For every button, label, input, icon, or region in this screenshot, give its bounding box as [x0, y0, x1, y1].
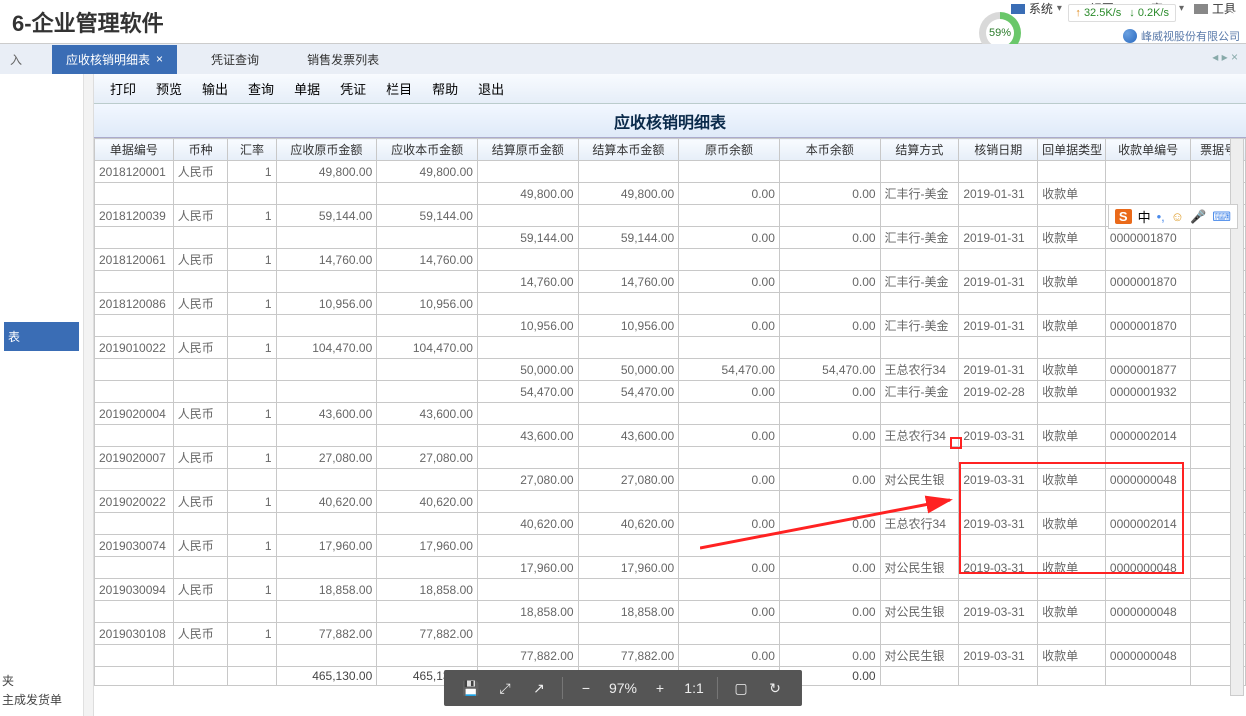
share-icon[interactable]: ↗ — [528, 680, 550, 697]
table-row[interactable]: 2019010022人民币1104,470.00104,470.00 — [95, 337, 1246, 359]
chevron-down-icon: ▾ — [1179, 3, 1184, 14]
report-title: 应收核销明细表 — [94, 104, 1246, 138]
toolbar-doc[interactable]: 单据 — [288, 77, 326, 100]
save-icon[interactable]: 💾 — [460, 680, 482, 697]
table-row[interactable]: 10,956.0010,956.000.000.00汇丰行-美金2019-01-… — [95, 315, 1246, 337]
expand-icon[interactable]: ⤢ — [494, 680, 516, 697]
tab-voucher-query[interactable]: 凭证查询 — [197, 45, 273, 74]
splitter[interactable] — [84, 74, 94, 716]
ime-widget[interactable]: S 中 •, ☺ 🎤 ⌨ — [1108, 204, 1238, 229]
table-row[interactable]: 2019030108人民币177,882.0077,882.00 — [95, 623, 1246, 645]
monitor-icon — [1011, 4, 1025, 14]
ime-face-icon[interactable]: ☺ — [1171, 209, 1184, 224]
menu-system[interactable]: 系统▾ — [1011, 0, 1062, 17]
tab-close-icon[interactable]: × — [156, 52, 163, 66]
table-row[interactable]: 2018120061人民币114,760.0014,760.00 — [95, 249, 1246, 271]
zoom-percent: 97% — [609, 680, 637, 696]
tab-strip: 入 应收核销明细表× 凭证查询 销售发票列表 ◂ ▸ × — [0, 44, 1246, 74]
fit-icon[interactable]: 1:1 — [683, 680, 705, 696]
toolbar-voucher[interactable]: 凭证 — [334, 77, 372, 100]
toolbar-exit[interactable]: 退出 — [472, 77, 510, 100]
table-row[interactable]: 2019020007人民币127,080.0027,080.00 — [95, 447, 1246, 469]
table-row[interactable]: 2018120086人民币110,956.0010,956.00 — [95, 293, 1246, 315]
table-row[interactable]: 40,620.0040,620.000.000.00王总农行342019-03-… — [95, 513, 1246, 535]
table-row[interactable]: 2018120039人民币159,144.0059,144.00 — [95, 205, 1246, 227]
tabstrip-controls[interactable]: ◂ ▸ × — [1212, 50, 1238, 64]
company-name: 峰威视股份有限公司 — [1123, 28, 1240, 44]
arrow-up-icon: ↑ — [1075, 7, 1081, 19]
tab-entry-caption: 入 — [10, 51, 22, 68]
sidebar-item-table[interactable]: 表 — [4, 322, 79, 351]
table-row[interactable]: 2019020004人民币143,600.0043,600.00 — [95, 403, 1246, 425]
tool-icon — [1194, 4, 1208, 14]
ime-mic-icon[interactable]: 🎤 — [1190, 209, 1206, 225]
table-row[interactable]: 17,960.0017,960.000.000.00对公民生银2019-03-3… — [95, 557, 1246, 579]
toolbar-help[interactable]: 帮助 — [426, 77, 464, 100]
network-speed: ↑ 32.5K/s ↓ 0.2K/s — [1068, 4, 1176, 22]
table-row[interactable]: 2019030074人民币117,960.0017,960.00 — [95, 535, 1246, 557]
tab-invoice-list[interactable]: 销售发票列表 — [293, 45, 393, 74]
table-row[interactable]: 18,858.0018,858.000.000.00对公民生银2019-03-3… — [95, 601, 1246, 623]
rotate-icon[interactable]: ↻ — [764, 680, 786, 697]
close-icon[interactable]: × — [1229, 4, 1240, 25]
table-row[interactable]: 2018120001人民币149,800.0049,800.00 — [95, 161, 1246, 183]
ime-logo-icon: S — [1115, 209, 1132, 224]
table-header-row: 单据编号币种汇率 应收原币金额应收本币金额 结算原币金额结算本币金额 原币余额本… — [95, 139, 1246, 161]
toolbar-print[interactable]: 打印 — [104, 77, 142, 100]
report-table-wrap[interactable]: 单据编号币种汇率 应收原币金额应收本币金额 结算原币金额结算本币金额 原币余额本… — [94, 138, 1246, 696]
zoom-bar: 💾 ⤢ ↗ − 97% + 1:1 ▢ ↻ — [444, 670, 802, 706]
tab-report[interactable]: 应收核销明细表× — [52, 45, 177, 74]
table-row[interactable]: 2019030094人民币118,858.0018,858.00 — [95, 579, 1246, 601]
toolbar-preview[interactable]: 预览 — [150, 77, 188, 100]
ime-punct-icon[interactable]: •, — [1157, 209, 1165, 224]
table-row[interactable]: 59,144.0059,144.000.000.00汇丰行-美金2019-01-… — [95, 227, 1246, 249]
table-row[interactable]: 50,000.0050,000.0054,470.0054,470.00王总农行… — [95, 359, 1246, 381]
ime-keyboard-icon[interactable]: ⌨ — [1212, 209, 1231, 225]
bottom-left-labels: 夹 主成发货单 — [2, 672, 62, 710]
globe-icon — [1123, 29, 1137, 43]
table-row[interactable]: 77,882.0077,882.000.000.00对公民生银2019-03-3… — [95, 645, 1246, 667]
table-row[interactable]: 27,080.0027,080.000.000.00对公民生银2019-03-3… — [95, 469, 1246, 491]
ime-lang: 中 — [1138, 207, 1151, 226]
report-panel: 打印 预览 输出 查询 单据 凭证 栏目 帮助 退出 应收核销明细表 单 — [94, 74, 1246, 716]
table-row[interactable]: 54,470.0054,470.000.000.00汇丰行-美金2019-02-… — [95, 381, 1246, 403]
toolbar-output[interactable]: 输出 — [196, 77, 234, 100]
zoom-out-icon[interactable]: − — [575, 680, 597, 696]
toolbar: 打印 预览 输出 查询 单据 凭证 栏目 帮助 退出 — [94, 74, 1246, 104]
arrow-down-icon: ↓ — [1129, 7, 1135, 19]
toolbar-query[interactable]: 查询 — [242, 77, 280, 100]
table-row[interactable]: 43,600.0043,600.000.000.00王总农行342019-03-… — [95, 425, 1246, 447]
table-row[interactable]: 14,760.0014,760.000.000.00汇丰行-美金2019-01-… — [95, 271, 1246, 293]
left-sidebar: 表 — [0, 74, 84, 716]
report-table: 单据编号币种汇率 应收原币金额应收本币金额 结算原币金额结算本币金额 原币余额本… — [94, 138, 1246, 686]
table-row[interactable]: 49,800.0049,800.000.000.00汇丰行-美金2019-01-… — [95, 183, 1246, 205]
chevron-down-icon: ▾ — [1057, 3, 1062, 14]
app-title: 6-企业管理软件 — [12, 6, 164, 38]
zoom-in-icon[interactable]: + — [649, 680, 671, 696]
title-bar: 6-企业管理软件 系统▾ 视图▾ 窗口▾ 工具 59% ↑ 32.5K/s ↓ … — [0, 0, 1246, 44]
table-row[interactable]: 2019020022人民币140,620.0040,620.00 — [95, 491, 1246, 513]
crop-icon[interactable]: ▢ — [730, 680, 752, 697]
toolbar-column[interactable]: 栏目 — [380, 77, 418, 100]
